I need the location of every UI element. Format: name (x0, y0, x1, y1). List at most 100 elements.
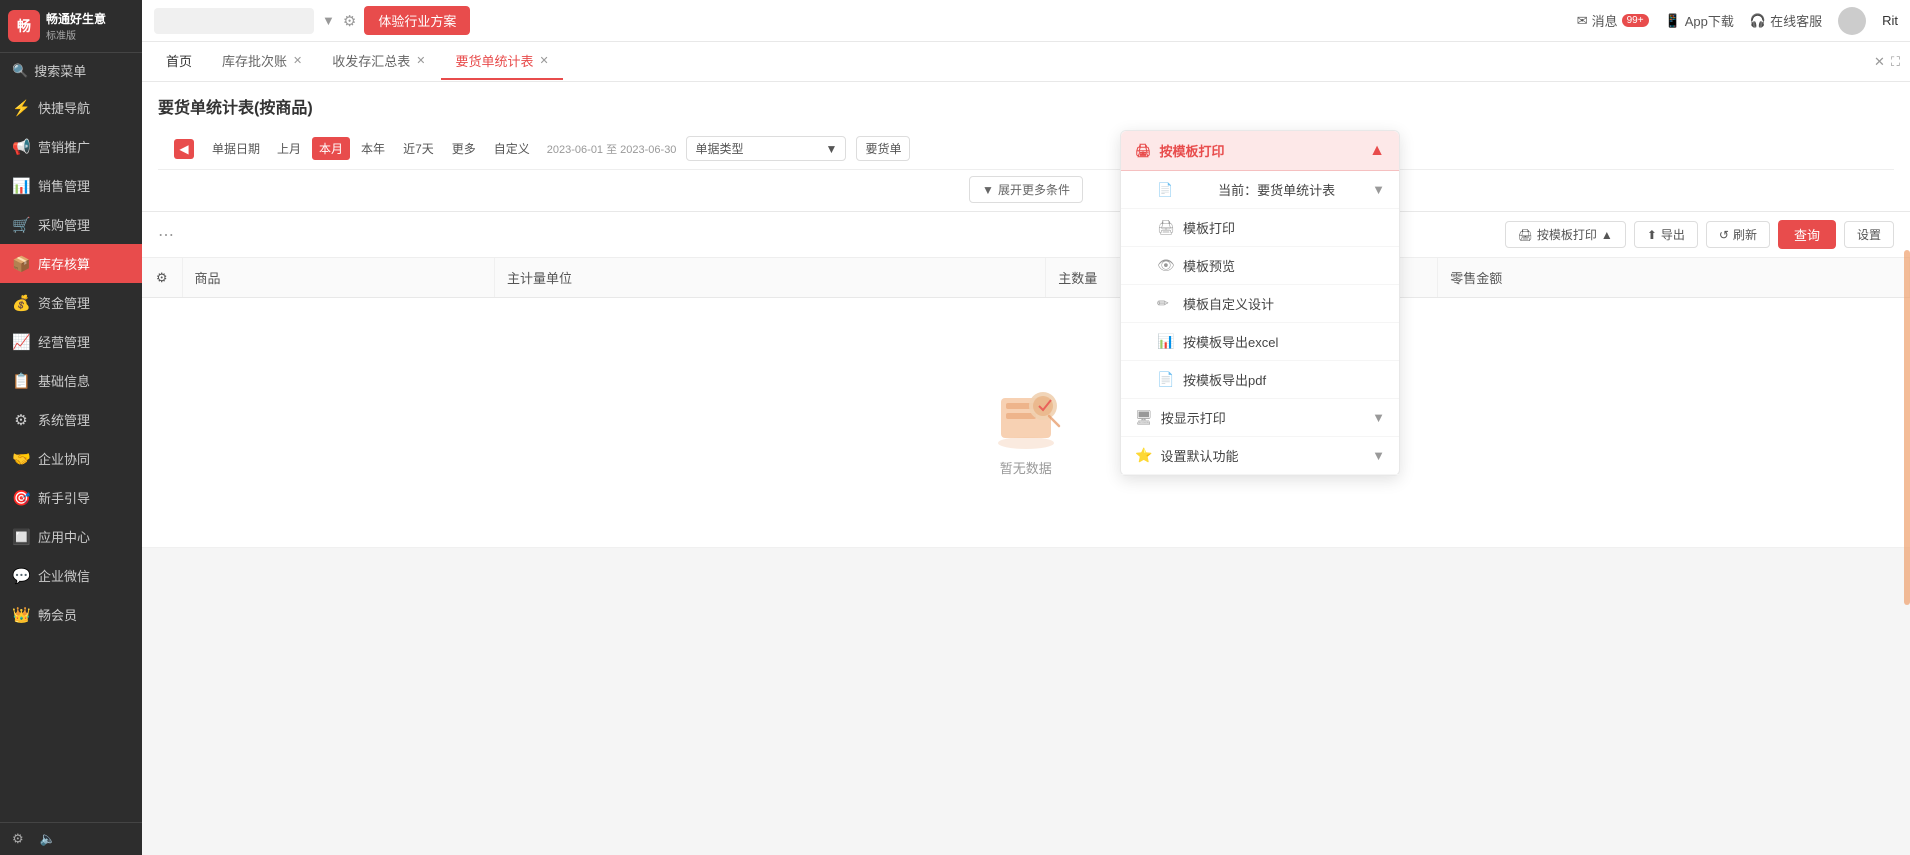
tab-expand-icon[interactable]: ⛶ (1891, 54, 1900, 70)
expand-more-label: 展开更多条件 (998, 181, 1070, 198)
dropdown-set-default[interactable]: ⭐ 设置默认功能 ▼ (1121, 437, 1399, 475)
dropdown-current-item[interactable]: 📄 当前：要货单统计表 ▼ (1121, 171, 1399, 209)
sidebar-item-app-center[interactable]: 🔲 应用中心 (0, 517, 142, 556)
date-range-display: 2023-06-01 至 2023-06-30 (547, 141, 677, 157)
print-button[interactable]: 🖨 按模板打印 ▲ (1505, 221, 1626, 248)
date-7days[interactable]: 近7天 (396, 137, 441, 160)
sidebar-item-sales[interactable]: 📊 销售管理 (0, 166, 142, 205)
message-label: 消息 (1592, 11, 1618, 30)
date-last-month[interactable]: 上月 (270, 137, 308, 160)
order-type-filter[interactable]: 要货单 (856, 136, 910, 161)
logo-title: 畅通好生意 (46, 10, 106, 27)
tab-home[interactable]: 首页 (152, 43, 206, 80)
sidebar-item-system[interactable]: ⚙ 系统管理 (0, 400, 142, 439)
date-custom[interactable]: 自定义 (487, 137, 537, 160)
marketing-icon: 📢 (12, 138, 30, 156)
tab-receivable-summary[interactable]: 收发存汇总表 ✕ (318, 43, 439, 80)
settings-button[interactable]: 设置 (1844, 221, 1894, 248)
template-print-label: 模板打印 (1183, 218, 1235, 237)
dropdown-template-print[interactable]: 🖨 模板打印 (1121, 209, 1399, 247)
phone-icon: 📱 (1665, 13, 1681, 29)
date-this-month[interactable]: 本月 (312, 137, 350, 160)
tab-label: 库存批次账 (222, 51, 287, 70)
inventory-icon: 📦 (12, 255, 30, 273)
printer-icon: 🖨 (1518, 228, 1533, 242)
online-service-item[interactable]: 🎧 在线客服 (1750, 11, 1822, 30)
sidebar-item-label: 企业协同 (38, 449, 90, 468)
tab-close-icon[interactable]: ✕ (416, 54, 425, 67)
tab-close-all-icon[interactable]: ✕ (1874, 54, 1885, 70)
data-table: ⚙ 商品 主计量单位 主数量 零售金额 (142, 258, 1910, 548)
type-select[interactable]: 单据类型 ▼ (686, 136, 846, 161)
trial-button[interactable]: 体验行业方案 (364, 6, 470, 35)
search-menu-label: 搜索菜单 (34, 61, 86, 80)
sidebar-item-guide[interactable]: 🎯 新手引导 (0, 478, 142, 517)
col-settings[interactable]: ⚙ (142, 258, 182, 298)
sidebar-item-label: 快捷导航 (38, 98, 90, 117)
sidebar-item-quick-nav[interactable]: ⚡ 快捷导航 (0, 88, 142, 127)
wechat-icon: 💬 (12, 567, 30, 585)
expand-more-button[interactable]: ▼ 展开更多条件 (969, 176, 1083, 203)
toolbar-dots[interactable]: ⋯ (158, 225, 174, 245)
display-print-arrow: ▼ (1372, 410, 1385, 425)
sidebar-item-member[interactable]: 👑 畅会员 (0, 595, 142, 634)
sidebar-item-marketing[interactable]: 📢 营销推广 (0, 127, 142, 166)
table-row-empty: 暂无数据 (142, 298, 1910, 548)
settings-icon[interactable]: ⚙ (12, 831, 24, 847)
sidebar-item-finance[interactable]: 💰 资金管理 (0, 283, 142, 322)
date-more[interactable]: 更多 (445, 137, 483, 160)
sidebar-item-label: 畅会员 (38, 605, 77, 624)
dropdown-header: 🖨 按模板打印 ▲ (1121, 131, 1399, 171)
tab-close-icon[interactable]: ✕ (540, 54, 549, 67)
refresh-icon: ↺ (1719, 228, 1729, 242)
scroll-handle[interactable] (1904, 250, 1910, 605)
tab-close-icon[interactable]: ✕ (293, 54, 302, 67)
speaker-icon[interactable]: 🔈 (40, 831, 56, 847)
sidebar-bottom: ⚙ 🔈 (0, 822, 142, 855)
sidebar-item-inventory[interactable]: 📦 库存核算 (0, 244, 142, 283)
query-button[interactable]: 查询 (1778, 220, 1836, 249)
sidebar-item-purchase[interactable]: 🛒 采购管理 (0, 205, 142, 244)
message-badge: 99+ (1622, 14, 1649, 27)
export-pdf-label: 按模板导出pdf (1183, 370, 1266, 389)
logo-icon: 畅 (8, 10, 40, 42)
sidebar-item-label: 采购管理 (38, 215, 90, 234)
tab-inventory-batch[interactable]: 库存批次账 ✕ (208, 43, 316, 80)
export-icon: ⬆ (1647, 228, 1657, 242)
refresh-label: 刷新 (1733, 226, 1757, 243)
avatar[interactable] (1838, 7, 1866, 35)
sidebar-item-operation[interactable]: 📈 经营管理 (0, 322, 142, 361)
basic-icon: 📋 (12, 372, 30, 390)
topbar-gear-icon[interactable]: ⚙ (343, 12, 356, 30)
message-item[interactable]: ✉ 消息 99+ (1577, 11, 1649, 30)
sidebar-item-label: 基础信息 (38, 371, 90, 390)
tab-order-stats[interactable]: 要货单统计表 ✕ (441, 43, 562, 80)
topbar-right: ✉ 消息 99+ 📱 App下载 🎧 在线客服 Rit (1577, 7, 1898, 35)
refresh-button[interactable]: ↺ 刷新 (1706, 221, 1770, 248)
search-menu[interactable]: 🔍 搜索菜单 (0, 53, 142, 88)
topbar-arrow-icon[interactable]: ▼ (322, 13, 335, 28)
sidebar-item-basic[interactable]: 📋 基础信息 (0, 361, 142, 400)
sidebar-item-label: 营销推广 (38, 137, 90, 156)
search-icon: 🔍 (12, 63, 28, 79)
tabbar: 首页 库存批次账 ✕ 收发存汇总表 ✕ 要货单统计表 ✕ ✕ ⛶ (142, 42, 1910, 82)
dropdown-close-icon[interactable]: ▲ (1369, 142, 1385, 160)
export-button[interactable]: ⬆ 导出 (1634, 221, 1698, 248)
dropdown-header-label: 🖨 按模板打印 (1135, 141, 1225, 160)
dropdown-export-pdf[interactable]: 📄 按模板导出pdf (1121, 361, 1399, 399)
purchase-icon: 🛒 (12, 216, 30, 234)
app-download-item[interactable]: 📱 App下载 (1665, 11, 1734, 30)
sidebar-item-collab[interactable]: 🤝 企业协同 (0, 439, 142, 478)
filter-collapse-btn[interactable]: ◀ (174, 139, 194, 159)
export-excel-label: 按模板导出excel (1183, 332, 1278, 351)
sidebar-item-wechat[interactable]: 💬 企业微信 (0, 556, 142, 595)
dropdown-template-preview[interactable]: 👁 模板预览 (1121, 247, 1399, 285)
date-this-year[interactable]: 本年 (354, 137, 392, 160)
sidebar-item-label: 经营管理 (38, 332, 90, 351)
print-arrow-icon: ▲ (1601, 228, 1613, 242)
dropdown-display-print[interactable]: 🖥 按显示打印 ▼ (1121, 399, 1399, 437)
app-center-icon: 🔲 (12, 528, 30, 546)
dropdown-export-excel[interactable]: 📊 按模板导出excel (1121, 323, 1399, 361)
order-type-label: 要货单 (865, 140, 901, 157)
dropdown-template-customize[interactable]: ✏ 模板自定义设计 (1121, 285, 1399, 323)
